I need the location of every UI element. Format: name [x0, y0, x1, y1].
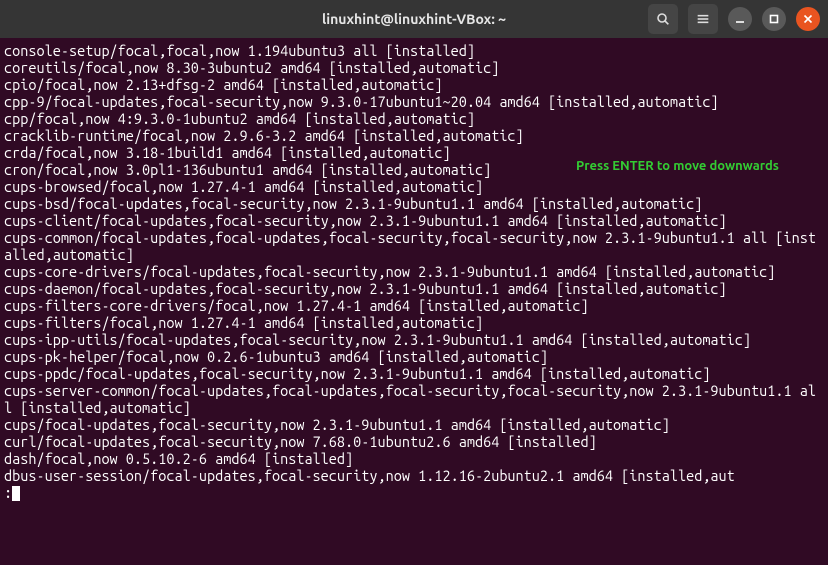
- pager-prompt-char: :: [4, 484, 12, 501]
- window-titlebar: linuxhint@linuxhint-VBox: ~: [0, 0, 828, 38]
- cursor: [12, 486, 20, 501]
- minimize-button[interactable]: [728, 7, 752, 31]
- hamburger-menu-button[interactable]: [688, 4, 718, 34]
- terminal-output[interactable]: console-setup/focal,focal,now 1.194ubunt…: [0, 38, 828, 484]
- window-title: linuxhint@linuxhint-VBox: ~: [322, 11, 506, 28]
- annotation-hint: Press ENTER to move downwards: [576, 158, 779, 175]
- pager-prompt[interactable]: :: [0, 484, 828, 501]
- maximize-button[interactable]: [762, 7, 786, 31]
- close-button[interactable]: [796, 7, 820, 31]
- search-button[interactable]: [648, 4, 678, 34]
